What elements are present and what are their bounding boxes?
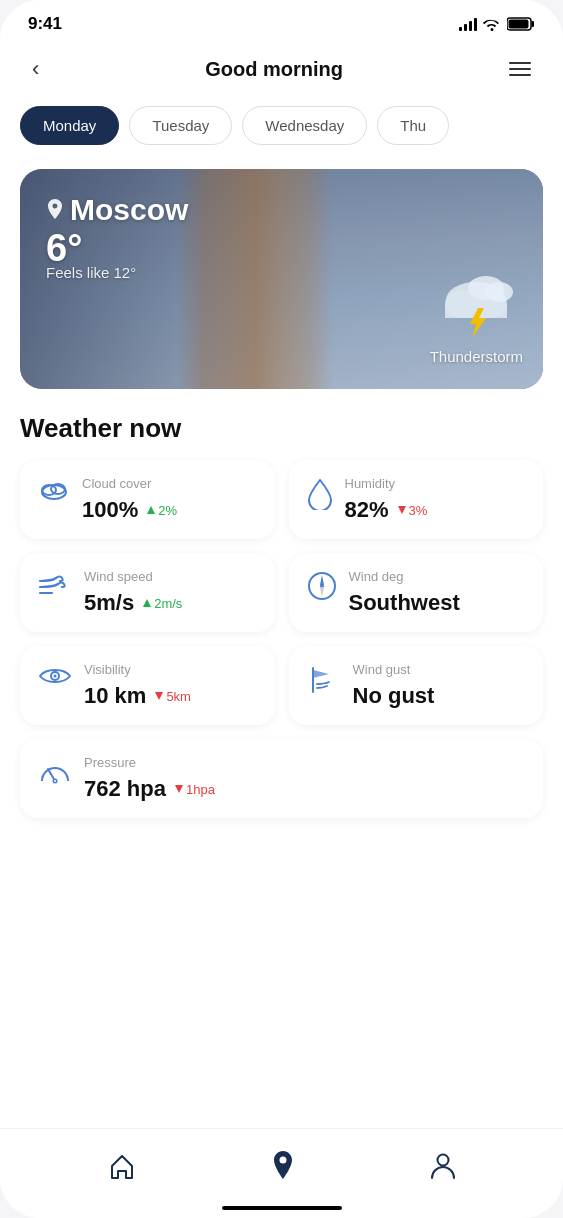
thunderstorm-icon bbox=[431, 270, 521, 338]
svg-marker-22 bbox=[155, 692, 163, 700]
status-bar: 9:41 bbox=[0, 0, 563, 40]
header: ‹ Good morning bbox=[0, 40, 563, 98]
wifi-icon bbox=[483, 17, 501, 31]
nav-location[interactable] bbox=[251, 1143, 315, 1189]
svg-marker-28 bbox=[175, 785, 183, 793]
svg-point-30 bbox=[437, 1154, 448, 1165]
svg-rect-1 bbox=[532, 21, 535, 27]
wind-deg-card: Wind deg Southwest bbox=[289, 553, 544, 632]
visibility-delta: 5km bbox=[154, 689, 191, 704]
svg-marker-18 bbox=[320, 575, 324, 585]
home-indicator bbox=[222, 1206, 342, 1210]
wind-speed-card: Wind speed 5m/s 2m/s bbox=[20, 553, 275, 632]
cloud-cover-delta: 2% bbox=[146, 503, 177, 518]
pin-icon bbox=[271, 1151, 295, 1181]
pressure-label: Pressure bbox=[84, 755, 525, 770]
person-icon bbox=[430, 1152, 456, 1180]
svg-line-26 bbox=[48, 769, 55, 781]
svg-marker-19 bbox=[320, 587, 324, 597]
tab-wednesday[interactable]: Wednesday bbox=[242, 106, 367, 145]
humidity-delta: 3% bbox=[397, 503, 428, 518]
wind-speed-value: 5m/s bbox=[84, 590, 134, 616]
humidity-value: 82% bbox=[345, 497, 389, 523]
cloud-cover-label: Cloud cover bbox=[82, 476, 257, 491]
back-button[interactable]: ‹ bbox=[24, 52, 47, 86]
svg-rect-2 bbox=[509, 20, 529, 29]
page-title: Good morning bbox=[205, 58, 343, 81]
weather-grid: Cloud cover 100% 2% bbox=[0, 460, 563, 818]
humidity-label: Humidity bbox=[345, 476, 526, 491]
wind-gust-value: No gust bbox=[353, 683, 435, 709]
wind-gust-label: Wind gust bbox=[353, 662, 526, 677]
visibility-value: 10 km bbox=[84, 683, 146, 709]
svg-point-27 bbox=[54, 780, 56, 782]
tab-thursday[interactable]: Thu bbox=[377, 106, 449, 145]
cloud-icon bbox=[38, 478, 70, 506]
svg-marker-13 bbox=[147, 506, 155, 514]
weather-hero-card: Moscow 6° Feels like 12° bbox=[20, 169, 543, 389]
svg-marker-14 bbox=[398, 506, 406, 514]
humidity-card: Humidity 82% 3% bbox=[289, 460, 544, 539]
condition-text: Thunderstorm bbox=[430, 348, 523, 365]
wind-flag-icon bbox=[307, 664, 341, 698]
compass-icon bbox=[307, 571, 337, 605]
pressure-delta: 1hpa bbox=[174, 782, 215, 797]
drop-icon bbox=[307, 478, 333, 514]
status-icons bbox=[459, 17, 535, 31]
signal-icon bbox=[459, 17, 477, 31]
svg-point-8 bbox=[485, 282, 513, 302]
bottom-nav bbox=[0, 1128, 563, 1218]
visibility-label: Visibility bbox=[84, 662, 257, 677]
nav-profile[interactable] bbox=[410, 1144, 476, 1188]
wind-deg-value: Southwest bbox=[349, 590, 460, 616]
tab-tuesday[interactable]: Tuesday bbox=[129, 106, 232, 145]
pressure-card: Pressure 762 hpa 1hpa bbox=[20, 739, 543, 818]
section-title: Weather now bbox=[0, 413, 563, 460]
weather-city: Moscow bbox=[46, 193, 517, 227]
cloud-cover-card: Cloud cover 100% 2% bbox=[20, 460, 275, 539]
weather-condition: Thunderstorm bbox=[430, 270, 523, 365]
location-pin-icon bbox=[46, 199, 64, 221]
wind-icon bbox=[38, 571, 72, 603]
gauge-icon bbox=[38, 757, 72, 791]
visibility-card: Visibility 10 km 5km bbox=[20, 646, 275, 725]
cloud-cover-value: 100% bbox=[82, 497, 138, 523]
wind-deg-label: Wind deg bbox=[349, 569, 526, 584]
day-tabs: Monday Tuesday Wednesday Thu bbox=[0, 98, 563, 161]
pressure-value: 762 hpa bbox=[84, 776, 166, 802]
eye-icon bbox=[38, 664, 72, 692]
status-time: 9:41 bbox=[28, 14, 62, 34]
nav-home[interactable] bbox=[88, 1144, 156, 1188]
tab-monday[interactable]: Monday bbox=[20, 106, 119, 145]
svg-marker-24 bbox=[313, 670, 329, 678]
wind-speed-label: Wind speed bbox=[84, 569, 257, 584]
city-name: Moscow bbox=[70, 193, 188, 227]
svg-point-29 bbox=[280, 1157, 286, 1163]
svg-point-21 bbox=[54, 675, 57, 678]
battery-icon bbox=[507, 17, 535, 31]
menu-button[interactable] bbox=[501, 58, 539, 80]
house-icon bbox=[108, 1152, 136, 1180]
wind-gust-card: Wind gust No gust bbox=[289, 646, 544, 725]
wind-speed-delta: 2m/s bbox=[142, 596, 182, 611]
svg-marker-15 bbox=[143, 599, 151, 607]
